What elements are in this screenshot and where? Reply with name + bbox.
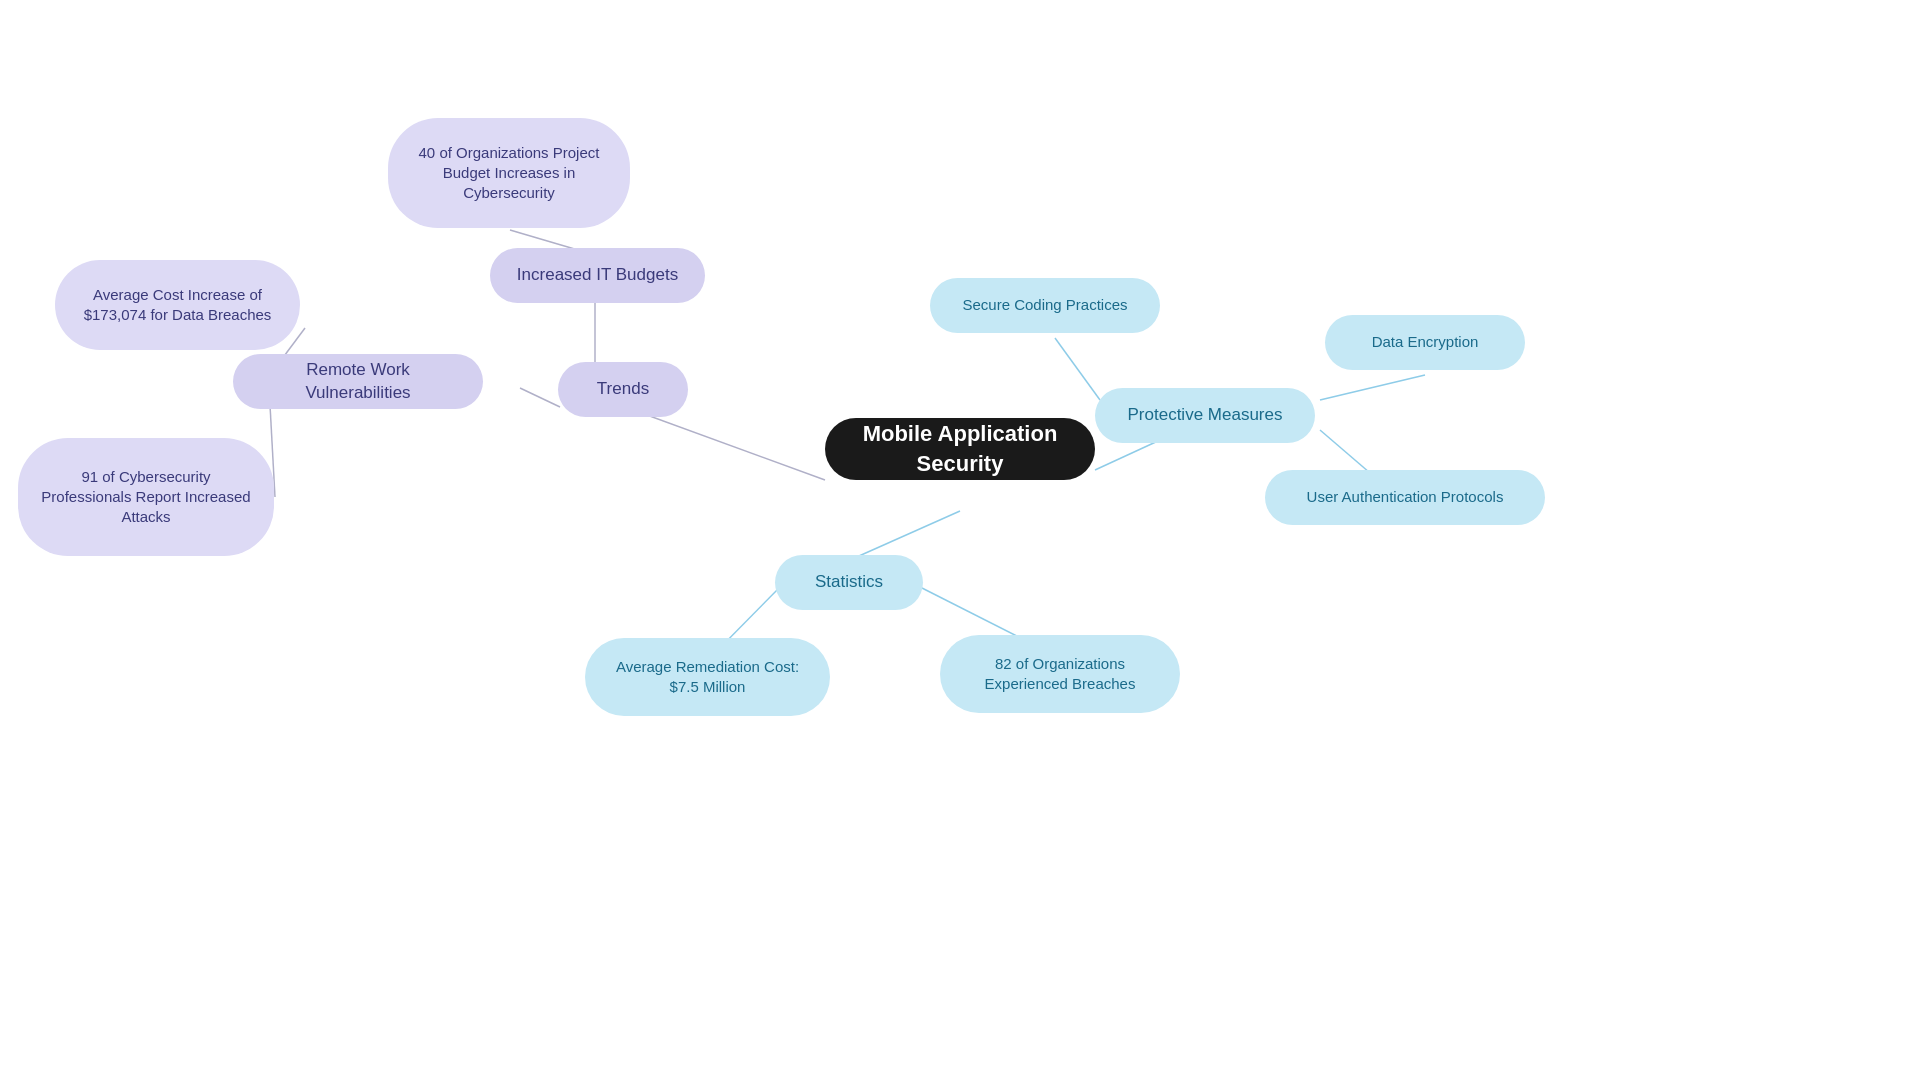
trends-label: Trends — [597, 378, 649, 401]
increased-budgets-node: Increased IT Budgets — [490, 248, 705, 303]
budget-stat-node: 40 of Organizations Project Budget Incre… — [388, 118, 630, 228]
center-node: Mobile Application Security — [825, 418, 1095, 480]
remediation-cost-node: Average Remediation Cost: $7.5 Million — [585, 638, 830, 716]
attacks-stat-label: 91 of Cybersecurity Professionals Report… — [40, 467, 252, 528]
svg-line-3 — [520, 388, 560, 407]
remediation-cost-label: Average Remediation Cost: $7.5 Million — [607, 657, 808, 698]
remote-work-node: Remote Work Vulnerabilities — [233, 354, 483, 409]
data-encryption-label: Data Encryption — [1372, 332, 1479, 352]
protective-measures-label: Protective Measures — [1128, 404, 1283, 427]
statistics-label: Statistics — [815, 571, 883, 594]
secure-coding-label: Secure Coding Practices — [962, 295, 1127, 315]
statistics-node: Statistics — [775, 555, 923, 610]
svg-line-8 — [1055, 338, 1100, 400]
center-label: Mobile Application Security — [847, 419, 1073, 478]
user-auth-node: User Authentication Protocols — [1265, 470, 1545, 525]
svg-line-2 — [850, 511, 960, 560]
breaches-stat-label: 82 of Organizations Experienced Breaches — [962, 654, 1158, 695]
avg-cost-label: Average Cost Increase of $173,074 for Da… — [77, 285, 278, 326]
data-encryption-node: Data Encryption — [1325, 315, 1525, 370]
user-auth-label: User Authentication Protocols — [1307, 487, 1504, 507]
secure-coding-node: Secure Coding Practices — [930, 278, 1160, 333]
increased-budgets-label: Increased IT Budgets — [517, 264, 678, 287]
breaches-stat-node: 82 of Organizations Experienced Breaches — [940, 635, 1180, 713]
svg-line-0 — [625, 407, 825, 480]
protective-measures-node: Protective Measures — [1095, 388, 1315, 443]
avg-cost-node: Average Cost Increase of $173,074 for Da… — [55, 260, 300, 350]
trends-node: Trends — [558, 362, 688, 417]
attacks-stat-node: 91 of Cybersecurity Professionals Report… — [18, 438, 274, 556]
svg-line-9 — [1320, 375, 1425, 400]
remote-work-label: Remote Work Vulnerabilities — [255, 359, 461, 405]
budget-stat-label: 40 of Organizations Project Budget Incre… — [410, 143, 608, 204]
